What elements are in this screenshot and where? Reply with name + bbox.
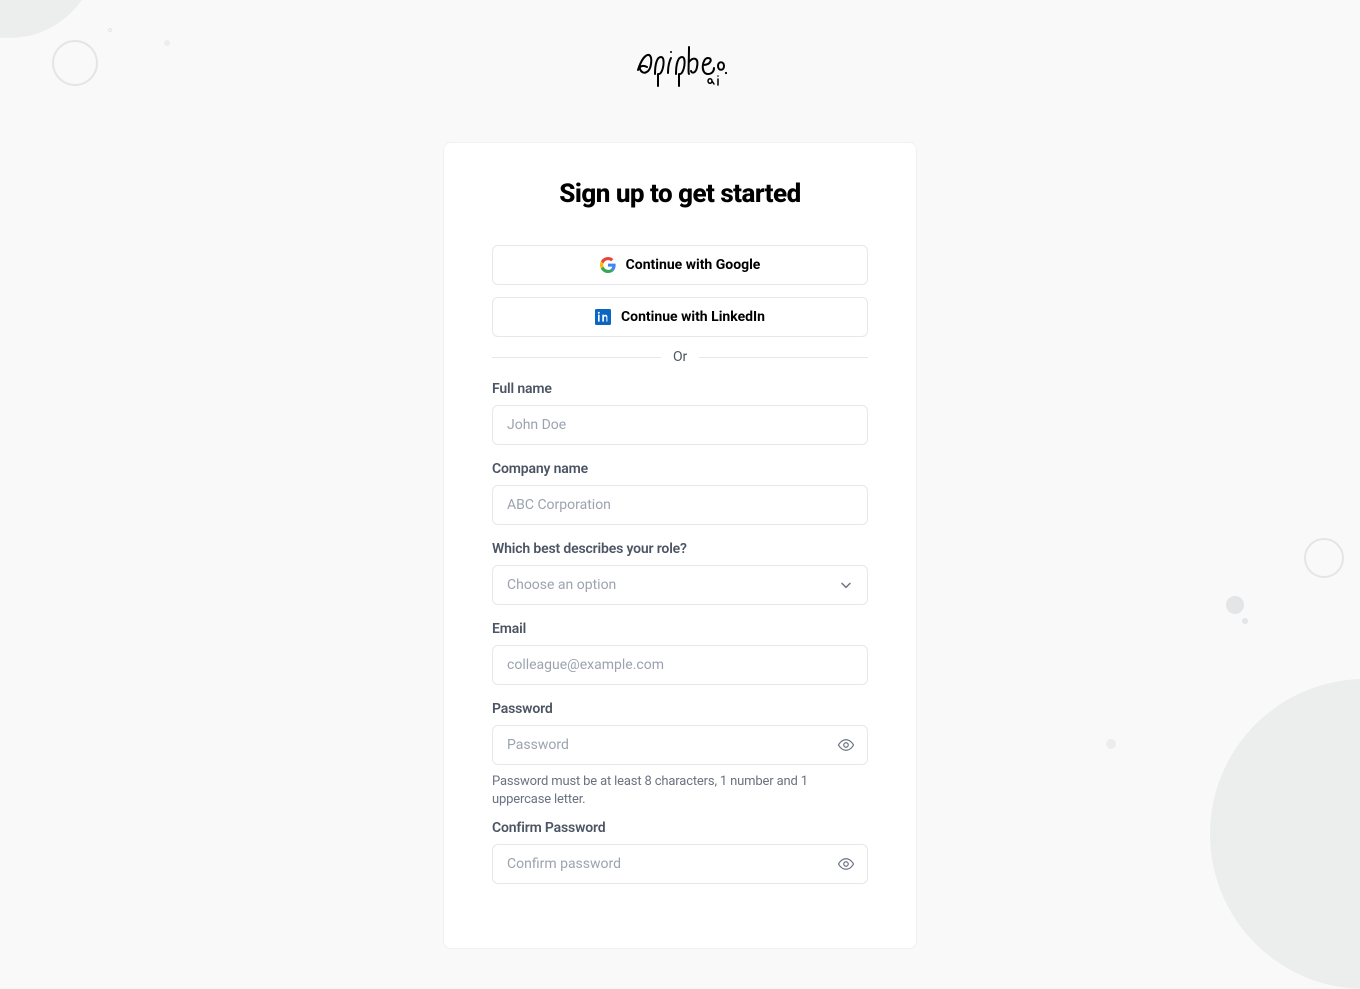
full-name-label: Full name bbox=[492, 381, 868, 397]
password-input[interactable] bbox=[492, 725, 868, 765]
company-name-input[interactable] bbox=[492, 485, 868, 525]
continue-with-google-button[interactable]: Continue with Google bbox=[492, 245, 868, 285]
eye-icon bbox=[837, 855, 855, 873]
google-icon bbox=[600, 257, 616, 273]
or-divider: Or bbox=[492, 349, 868, 365]
password-help-text: Password must be at least 8 characters, … bbox=[492, 773, 868, 808]
continue-with-linkedin-button[interactable]: Continue with LinkedIn bbox=[492, 297, 868, 337]
or-divider-text: Or bbox=[673, 349, 687, 365]
toggle-confirm-password-visibility-button[interactable] bbox=[834, 852, 858, 876]
email-input[interactable] bbox=[492, 645, 868, 685]
role-label: Which best describes your role? bbox=[492, 541, 868, 557]
confirm-password-label: Confirm Password bbox=[492, 820, 868, 836]
brand-logo bbox=[633, 40, 727, 90]
linkedin-icon bbox=[595, 309, 611, 325]
company-name-label: Company name bbox=[492, 461, 868, 477]
toggle-password-visibility-button[interactable] bbox=[834, 733, 858, 757]
full-name-input[interactable] bbox=[492, 405, 868, 445]
password-label: Password bbox=[492, 701, 868, 717]
linkedin-button-label: Continue with LinkedIn bbox=[621, 309, 765, 325]
confirm-password-input[interactable] bbox=[492, 844, 868, 884]
eye-icon bbox=[837, 736, 855, 754]
page-title: Sign up to get started bbox=[492, 179, 868, 209]
email-label: Email bbox=[492, 621, 868, 637]
google-button-label: Continue with Google bbox=[626, 257, 761, 273]
signup-card: Sign up to get started Continue with Goo… bbox=[443, 142, 917, 949]
role-select[interactable]: Choose an option bbox=[492, 565, 868, 605]
